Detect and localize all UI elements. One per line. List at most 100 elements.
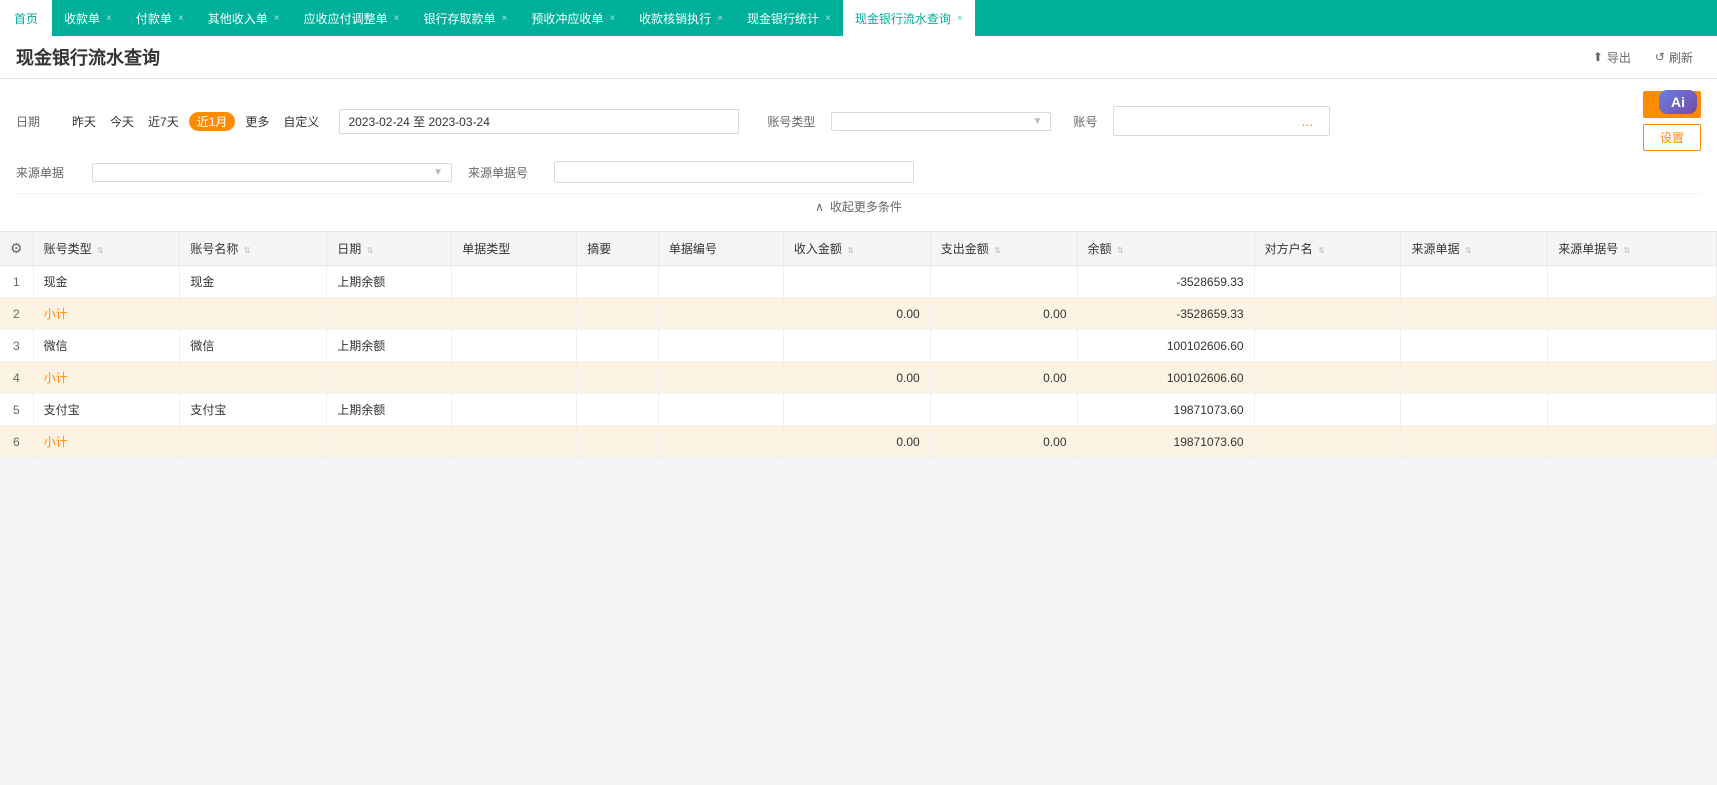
table-cell: 微信	[33, 330, 180, 362]
table-cell: 0.00	[930, 426, 1077, 458]
col-account-name[interactable]: 账号名称 ⇅	[180, 232, 327, 266]
table-cell	[783, 330, 930, 362]
nav-tab-bank-deposit-close[interactable]: ×	[501, 13, 507, 24]
nav-tab-receipt-verify[interactable]: 收款核销执行 ×	[627, 0, 735, 36]
nav-tab-other-income[interactable]: 其他收入单 ×	[196, 0, 292, 36]
table-cell	[658, 426, 783, 458]
nav-tab-other-income-close[interactable]: ×	[274, 13, 280, 24]
date-range-input[interactable]: 2023-02-24 至 2023-03-24	[339, 109, 739, 134]
nav-tab-receipt-close[interactable]: ×	[106, 13, 112, 24]
nav-tab-home[interactable]: 首页	[0, 0, 52, 36]
col-expense[interactable]: 支出金额 ⇅	[930, 232, 1077, 266]
account-ellipsis-button[interactable]: ...	[1293, 110, 1321, 132]
date-more[interactable]: 更多	[241, 112, 273, 131]
col-settings[interactable]: ⚙	[0, 232, 33, 266]
header-actions: ⬆ 导出 ↺ 刷新	[1585, 45, 1701, 70]
date-custom[interactable]: 自定义	[279, 112, 323, 131]
table-cell	[1548, 394, 1717, 426]
table-cell	[1254, 330, 1401, 362]
col-summary[interactable]: 摘要	[577, 232, 659, 266]
date-yesterday[interactable]: 昨天	[68, 112, 100, 131]
table-cell: 上期余额	[327, 394, 452, 426]
export-button[interactable]: ⬆ 导出	[1585, 45, 1639, 70]
nav-tab-payment[interactable]: 付款单 ×	[124, 0, 196, 36]
date-1month[interactable]: 近1月	[189, 112, 236, 131]
table-cell	[658, 298, 783, 330]
account-input[interactable]	[1122, 111, 1293, 131]
table-cell: 支付宝	[33, 394, 180, 426]
table-row: 5支付宝支付宝上期余额19871073.60	[0, 394, 1717, 426]
table-cell	[577, 330, 659, 362]
table-cell	[658, 266, 783, 298]
settings-button[interactable]: 设置	[1643, 124, 1701, 151]
table-cell: 0.00	[783, 362, 930, 394]
table-settings-icon[interactable]: ⚙	[10, 240, 23, 256]
page-title: 现金银行流水查询	[16, 44, 160, 70]
table-cell	[577, 298, 659, 330]
nav-tab-advance-receipt-close[interactable]: ×	[609, 13, 615, 24]
nav-tab-bank-deposit[interactable]: 银行存取款单 ×	[411, 0, 519, 36]
table-cell	[452, 266, 577, 298]
date-today[interactable]: 今天	[106, 112, 138, 131]
table-cell: 上期余额	[327, 330, 452, 362]
nav-tab-cash-bank-stat[interactable]: 现金银行统计 ×	[735, 0, 843, 36]
table-row: 1现金现金上期余额-3528659.33	[0, 266, 1717, 298]
source-doc-label: 来源单据	[16, 164, 76, 181]
table-cell	[783, 266, 930, 298]
table-cell	[1254, 266, 1401, 298]
col-counterparty[interactable]: 对方户名 ⇅	[1254, 232, 1401, 266]
date-7days[interactable]: 近7天	[144, 112, 183, 131]
col-doc-type[interactable]: 单据类型	[452, 232, 577, 266]
table-cell	[658, 394, 783, 426]
nav-tab-receipt-verify-label: 收款核销执行	[639, 10, 711, 27]
nav-tab-cash-bank-flow[interactable]: 现金银行流水查询 ×	[843, 0, 975, 36]
col-account-type-label: 账号类型	[44, 242, 92, 256]
source-doc-select[interactable]: ▼	[92, 163, 452, 182]
nav-tab-cash-bank-flow-close[interactable]: ×	[957, 13, 963, 24]
table-cell: 现金	[180, 266, 327, 298]
table-cell: 100102606.60	[1077, 330, 1254, 362]
col-doc-num-label: 单据编号	[669, 242, 717, 256]
nav-tab-receipt-verify-close[interactable]: ×	[717, 13, 723, 24]
col-account-name-label: 账号名称	[190, 242, 238, 256]
col-source-doc-num[interactable]: 来源单据号 ⇅	[1548, 232, 1717, 266]
refresh-button[interactable]: ↺ 刷新	[1647, 45, 1701, 70]
account-label: 账号	[1067, 113, 1097, 130]
nav-tab-payment-close[interactable]: ×	[178, 13, 184, 24]
source-doc-num-input[interactable]	[554, 161, 914, 183]
table-cell	[327, 298, 452, 330]
cell-row-num: 2	[0, 298, 33, 330]
nav-tab-receipt[interactable]: 收款单 ×	[52, 0, 124, 36]
nav-tab-ar-ap-adjust[interactable]: 应收应付调整单 ×	[292, 0, 412, 36]
table-cell: 19871073.60	[1077, 394, 1254, 426]
table-cell	[930, 394, 1077, 426]
col-source-doc-sort-icon: ⇅	[1465, 246, 1472, 255]
nav-tab-advance-receipt[interactable]: 预收冲应收单 ×	[519, 0, 627, 36]
col-source-doc[interactable]: 来源单据 ⇅	[1401, 232, 1548, 266]
col-account-type[interactable]: 账号类型 ⇅	[33, 232, 180, 266]
table-cell: 支付宝	[180, 394, 327, 426]
collapse-bar[interactable]: ∧ 收起更多条件	[16, 193, 1701, 219]
collapse-up-icon: ∧	[815, 200, 824, 214]
nav-tab-receipt-label: 收款单	[64, 10, 100, 27]
nav-tab-cash-bank-stat-close[interactable]: ×	[825, 13, 831, 24]
col-balance-label: 余额	[1088, 242, 1112, 256]
nav-tab-ar-ap-adjust-close[interactable]: ×	[394, 13, 400, 24]
col-doc-num[interactable]: 单据编号	[658, 232, 783, 266]
table-cell	[1548, 298, 1717, 330]
col-date-sort-icon: ⇅	[367, 246, 374, 255]
filter-area: 日期 昨天 今天 近7天 近1月 更多 自定义 2023-02-24 至 202…	[0, 79, 1717, 232]
ai-badge[interactable]: Ai	[1659, 90, 1697, 114]
table-cell	[452, 330, 577, 362]
account-type-select[interactable]: ▼	[831, 112, 1051, 131]
date-range-value: 2023-02-24 至 2023-03-24	[348, 113, 489, 130]
cell-row-num: 4	[0, 362, 33, 394]
nav-tab-ar-ap-adjust-label: 应收应付调整单	[304, 10, 388, 27]
table-cell: 现金	[33, 266, 180, 298]
date-filter-label: 日期	[16, 113, 52, 130]
col-date[interactable]: 日期 ⇅	[327, 232, 452, 266]
col-balance[interactable]: 余额 ⇅	[1077, 232, 1254, 266]
col-income[interactable]: 收入金额 ⇅	[783, 232, 930, 266]
col-account-type-sort-icon: ⇅	[97, 246, 104, 255]
table-cell	[658, 330, 783, 362]
